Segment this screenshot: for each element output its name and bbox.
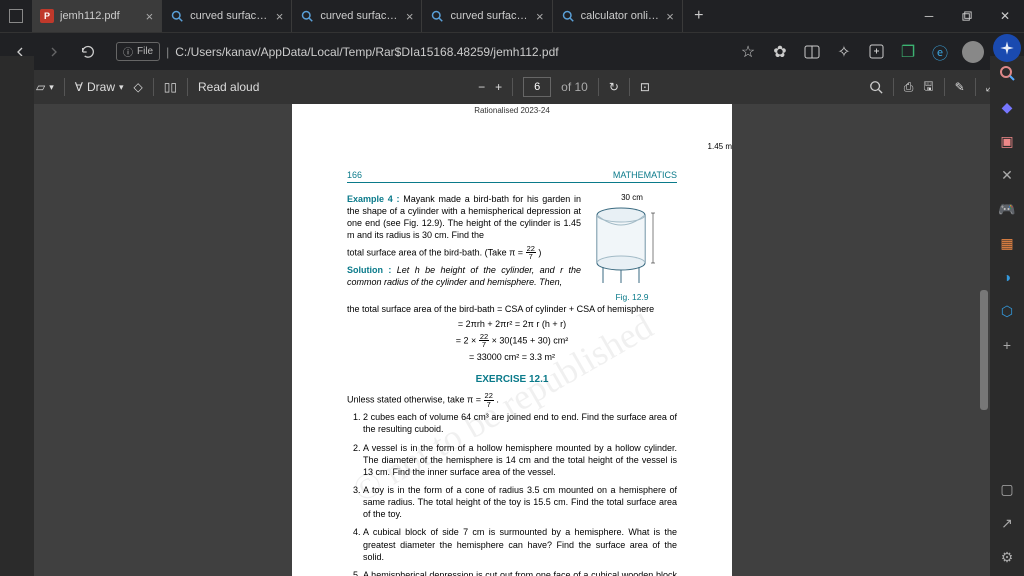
search-icon (170, 9, 184, 23)
question-5: A hemispherical depression is cut out fr… (363, 569, 677, 576)
close-icon[interactable]: × (536, 9, 544, 24)
tab-strip: P jemh112.pdf × curved surface area of c… (32, 0, 683, 32)
refresh-button[interactable] (76, 40, 100, 64)
close-icon[interactable]: × (276, 9, 284, 24)
url-text: C:/Users/kanav/AppData/Local/Temp/Rar$DI… (175, 45, 558, 59)
scrollbar[interactable] (980, 110, 988, 530)
collections-icon[interactable] (866, 42, 886, 62)
two-page-button[interactable]: ▯▯ (164, 80, 177, 94)
save-button[interactable]: 🖫 (923, 77, 933, 98)
close-icon[interactable]: × (146, 9, 154, 24)
tab-search-1[interactable]: curved surface area of cone - Se × (162, 0, 292, 32)
side1-icon[interactable]: ▢ (996, 478, 1018, 500)
tab-search-2[interactable]: curved surface area of cone - Se × (292, 0, 422, 32)
favorites-icon[interactable]: ✧ (834, 42, 854, 62)
title-bar: P jemh112.pdf × curved surface area of c… (0, 0, 1024, 32)
close-icon[interactable]: × (666, 9, 674, 24)
avatar[interactable] (962, 41, 984, 63)
question-2: A vessel is in the form of a hollow hemi… (363, 442, 677, 478)
office-side-icon[interactable]: ▦ (996, 232, 1018, 254)
subject-label: MATHEMATICS (613, 169, 677, 181)
figure-12-9: 30 cm 1.45 m Fig. 12.9 (587, 193, 677, 303)
solution-label: Solution : (347, 265, 391, 275)
games-side-icon[interactable]: 🎮 (996, 198, 1018, 220)
exercise-note: Unless stated otherwise, take π = (347, 395, 484, 405)
erase-button[interactable]: ◇ (134, 80, 143, 94)
page-number: 166 (347, 169, 362, 181)
close-window-button[interactable]: ✕ (986, 0, 1024, 32)
tab-label: jemh112.pdf (60, 10, 140, 22)
equation-1: = 2πrh + 2πr² = 2π r (h + r) (347, 318, 677, 330)
tools-side-icon[interactable]: ✕ (996, 164, 1018, 186)
print-button[interactable]: ⎙ (904, 80, 914, 95)
pdf-page: Rationalised 2023-24 166 MATHEMATICS 30 … (292, 104, 732, 576)
close-icon[interactable]: × (406, 9, 414, 24)
side2-icon[interactable]: ↗ (996, 512, 1018, 534)
right-sidebar: ◆ ▣ ✕ 🎮 ▦ ◑ ⬡ + ▢ ↗ ⚙ (990, 56, 1024, 576)
outlook-side-icon[interactable]: ◑ (996, 266, 1018, 288)
forward-button (42, 40, 66, 64)
coupon-side-icon[interactable]: ◆ (996, 96, 1018, 118)
equation-2: = 2 × 227 × 30(145 + 30) cm² (347, 333, 677, 349)
tab-label: curved surface area of hemisphe (450, 10, 530, 22)
zoom-out-button[interactable]: − (478, 80, 485, 94)
zoom-in-button[interactable]: + (495, 80, 502, 94)
rotate-button[interactable]: ↻ (609, 80, 619, 94)
question-4: A cubical block of side 7 cm is surmount… (363, 526, 677, 562)
page-total: of 10 (561, 80, 588, 94)
internet-explorer-icon[interactable]: ⓔ (930, 42, 950, 62)
page-banner: Rationalised 2023-24 (292, 104, 732, 119)
fit-button[interactable]: ⊡ (640, 80, 650, 94)
annotate-button[interactable]: ✎ (955, 80, 965, 94)
search-button[interactable] (869, 80, 883, 94)
tab-label: curved surface area of cone - Se (190, 10, 270, 22)
pdf-viewer[interactable]: Rationalised 2023-24 166 MATHEMATICS 30 … (34, 104, 990, 576)
copilot-button[interactable] (993, 34, 1021, 62)
tab-label: curved surface area of cone - Se (320, 10, 400, 22)
search-side-icon[interactable] (996, 62, 1018, 84)
tab-search-3[interactable]: curved surface area of hemisphe × (422, 0, 552, 32)
plus-side-icon[interactable]: + (996, 334, 1018, 356)
window-controls: ─ ✕ (910, 0, 1024, 32)
pdf-toolbar: ≡ ▱ ▾ ∀ Draw ▾ ◇ ▯▯ Read aloud − + of 10… (0, 70, 1024, 104)
address-bar: ⓘ File | C:/Users/kanav/AppData/Local/Te… (0, 32, 1024, 70)
tab-pdf[interactable]: P jemh112.pdf × (32, 0, 162, 32)
file-pill: ⓘ File (116, 42, 160, 61)
scroll-thumb[interactable] (980, 290, 988, 410)
solution-line: the total surface area of the bird-bath … (347, 303, 677, 315)
equation-3: = 33000 cm² = 3.3 m² (347, 351, 677, 363)
exercise-list: 2 cubes each of volume 64 cm³ are joined… (347, 411, 677, 576)
search-icon (300, 9, 314, 23)
search-icon (561, 9, 575, 23)
performance-icon[interactable]: ✿ (770, 42, 790, 62)
star-icon[interactable]: ☆ (738, 42, 758, 62)
question-1: 2 cubes each of volume 64 cm³ are joined… (363, 411, 677, 435)
exercise-heading: EXERCISE 12.1 (347, 373, 677, 387)
side-settings-icon[interactable]: ⚙ (996, 546, 1018, 568)
minimize-button[interactable]: ─ (910, 0, 948, 32)
tab-label: calculator online - Search (581, 10, 661, 22)
select-mode-button[interactable]: ▱ ▾ (36, 80, 54, 94)
read-aloud-button[interactable]: Read aloud (198, 80, 259, 94)
page-input[interactable] (523, 77, 551, 97)
extensions-icon[interactable]: ❐ (898, 42, 918, 62)
tab-search-4[interactable]: calculator online - Search × (553, 0, 683, 32)
question-3: A toy is in the form of a cone of radius… (363, 484, 677, 520)
pdf-icon: P (40, 9, 54, 23)
shopping-side-icon[interactable]: ▣ (996, 130, 1018, 152)
example-label: Example 4 : (347, 194, 400, 204)
new-tab-button[interactable]: + (683, 0, 715, 32)
restore-button[interactable] (948, 0, 986, 32)
drop-side-icon[interactable]: ⬡ (996, 300, 1018, 322)
url-field[interactable]: ⓘ File | C:/Users/kanav/AppData/Local/Te… (110, 42, 728, 61)
tab-actions-icon[interactable] (0, 0, 32, 32)
search-icon (430, 9, 444, 23)
draw-button[interactable]: ∀ Draw ▾ (75, 80, 124, 94)
split-icon[interactable] (802, 42, 822, 62)
left-sidebar (0, 56, 34, 576)
